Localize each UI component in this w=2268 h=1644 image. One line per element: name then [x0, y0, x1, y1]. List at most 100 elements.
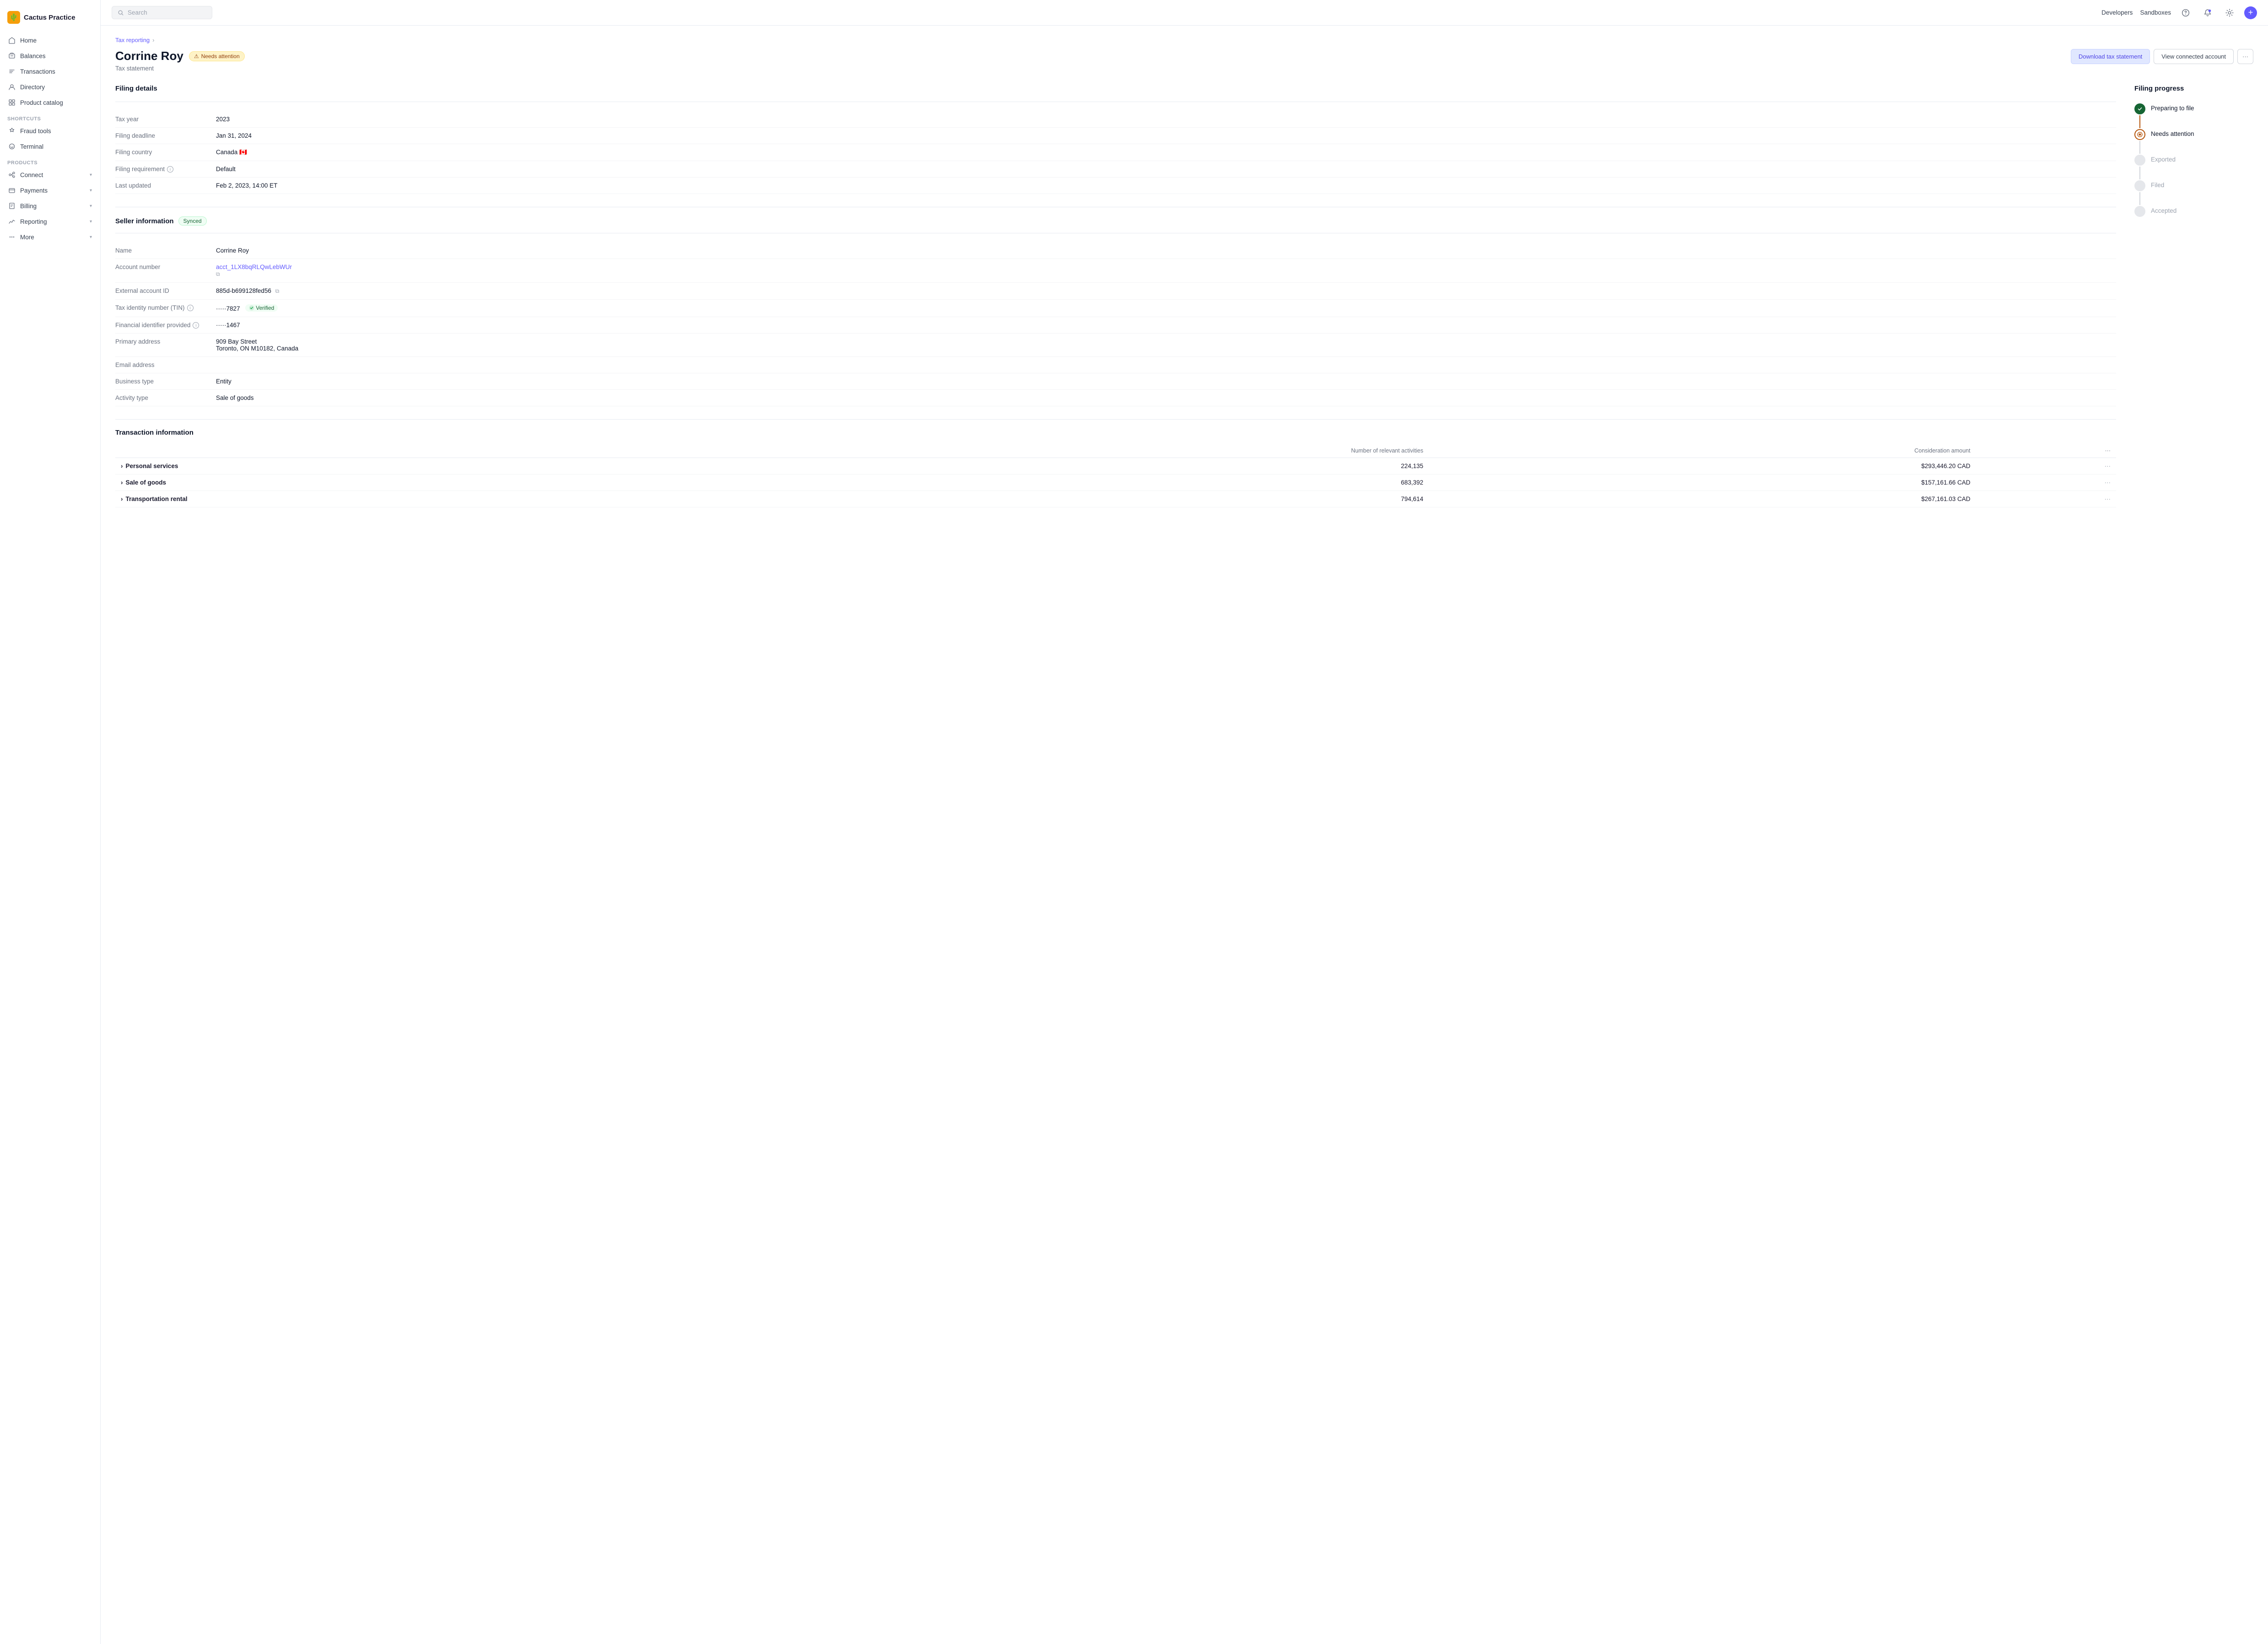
- settings-icon[interactable]: [2222, 5, 2237, 20]
- shortcuts-label: Shortcuts: [0, 111, 100, 124]
- breadcrumb[interactable]: Tax reporting ›: [115, 37, 2253, 43]
- sidebar-item-payments[interactable]: Payments ▾: [4, 183, 97, 198]
- search-placeholder: Search: [128, 9, 147, 16]
- table-row: › Sale of goods 683,392 $157,161.66 CAD …: [115, 474, 2116, 491]
- search-bar[interactable]: Search: [112, 6, 212, 19]
- filing-details-title: Filing details: [115, 85, 2116, 92]
- transportation-rental-amount: $267,161.03 CAD: [1429, 491, 1976, 507]
- tax-year-label: Tax year: [115, 116, 216, 123]
- topbar: Search Developers Sandboxes +: [101, 0, 2268, 26]
- notifications-icon[interactable]: [2200, 5, 2215, 20]
- billing-icon: [8, 202, 16, 210]
- info-icon: i: [167, 166, 173, 172]
- sidebar-item-balances[interactable]: Balances: [4, 49, 97, 63]
- attention-icon: ⚠: [194, 53, 199, 59]
- step-label-accepted: Accepted: [2151, 206, 2176, 214]
- detail-row-tax-year: Tax year 2023: [115, 111, 2116, 128]
- chevron-down-icon: ▾: [90, 219, 92, 224]
- step-connector-accepted: [2134, 206, 2145, 217]
- expand-sale-of-goods[interactable]: › Sale of goods: [121, 479, 744, 486]
- sidebar-item-connect-label: Connect: [20, 172, 43, 178]
- breadcrumb-arrow: ›: [152, 37, 154, 43]
- app-logo: 🌵 Cactus Practice: [0, 7, 100, 33]
- download-tax-statement-button[interactable]: Download tax statement: [2071, 49, 2150, 64]
- step-icon-accepted: [2134, 206, 2145, 217]
- sidebar-item-transactions[interactable]: Transactions: [4, 64, 97, 79]
- reporting-icon: [8, 218, 16, 225]
- step-filed: Filed: [2134, 180, 2253, 206]
- seller-tin-value: ·····7827 Verified: [216, 304, 2116, 312]
- sidebar-item-connect[interactable]: Connect ▾: [4, 167, 97, 182]
- sidebar-item-billing[interactable]: Billing ▾: [4, 199, 97, 213]
- sandboxes-link[interactable]: Sandboxes: [2140, 9, 2171, 16]
- sidebar-item-balances-label: Balances: [20, 53, 46, 59]
- copy-account-icon[interactable]: ⧉: [216, 271, 220, 277]
- add-button[interactable]: +: [2244, 6, 2257, 19]
- sidebar-item-home-label: Home: [20, 37, 37, 44]
- step-line-preparing: [2139, 115, 2140, 128]
- breadcrumb-label: Tax reporting: [115, 37, 150, 43]
- expand-transportation-rental[interactable]: › Transportation rental: [121, 496, 744, 502]
- topbar-right: Developers Sandboxes +: [2101, 5, 2257, 20]
- help-icon[interactable]: [2178, 5, 2193, 20]
- seller-info-table: Name Corrine Roy Account number acct_1LX…: [115, 243, 2116, 406]
- connect-icon: [8, 171, 16, 178]
- chevron-down-icon: ▾: [90, 188, 92, 193]
- col-header-more[interactable]: ···: [1976, 444, 2116, 458]
- terminal-icon: [8, 143, 16, 150]
- main-column: Filing details Tax year 2023 Filing dead…: [115, 85, 2116, 507]
- copy-external-id-icon[interactable]: ⧉: [275, 288, 280, 294]
- step-label-exported: Exported: [2151, 155, 2176, 163]
- transportation-rental-activities: 794,614: [749, 491, 1429, 507]
- step-line-exported: [2139, 167, 2140, 179]
- home-icon: [8, 37, 16, 44]
- step-icon-exported: [2134, 155, 2145, 166]
- action-buttons: Download tax statement View connected ac…: [2071, 49, 2253, 64]
- verified-check-icon: [249, 305, 254, 311]
- connect-expand: Connect ▾: [20, 172, 92, 178]
- synced-badge: Synced: [178, 216, 207, 226]
- sidebar-item-reporting[interactable]: Reporting ▾: [4, 214, 97, 229]
- last-updated-value: Feb 2, 2023, 14:00 ET: [216, 182, 2116, 189]
- filing-details-table: Tax year 2023 Filing deadline Jan 31, 20…: [115, 111, 2116, 194]
- step-accepted: Accepted: [2134, 206, 2253, 217]
- expand-icon: ›: [121, 496, 123, 502]
- seller-info-header: Seller information Synced: [115, 216, 2116, 226]
- step-needs-attention: Needs attention: [2134, 129, 2253, 155]
- more-expand: More ▾: [20, 234, 92, 241]
- sale-of-goods-amount: $157,161.66 CAD: [1429, 474, 1976, 491]
- payments-expand: Payments ▾: [20, 187, 92, 194]
- seller-address-label: Primary address: [115, 338, 216, 345]
- detail-row-last-updated: Last updated Feb 2, 2023, 14:00 ET: [115, 178, 2116, 194]
- sale-of-goods-more[interactable]: ···: [1976, 474, 2116, 491]
- developers-link[interactable]: Developers: [2101, 9, 2133, 16]
- seller-business-type-row: Business type Entity: [115, 373, 2116, 390]
- detail-row-filing-deadline: Filing deadline Jan 31, 2024: [115, 128, 2116, 144]
- sidebar-item-fraud-tools[interactable]: Fraud tools: [4, 124, 97, 138]
- seller-external-id-row: External account ID 885d-b699128fed56 ⧉: [115, 283, 2116, 300]
- sidebar-item-directory[interactable]: Directory: [4, 80, 97, 94]
- seller-tin-label: Tax identity number (TIN) i: [115, 304, 216, 311]
- last-updated-label: Last updated: [115, 182, 216, 189]
- sidebar: 🌵 Cactus Practice Home Balances Transact…: [0, 0, 101, 1644]
- view-connected-account-button[interactable]: View connected account: [2154, 49, 2234, 64]
- filing-deadline-label: Filing deadline: [115, 132, 216, 139]
- account-number-link[interactable]: acct_1LX8bqRLQwLebWUr: [216, 264, 2116, 270]
- more-actions-button[interactable]: ···: [2237, 49, 2253, 64]
- table-row: › Transportation rental 794,614 $267,161…: [115, 491, 2116, 507]
- needs-attention-badge: ⚠ Needs attention: [189, 51, 245, 61]
- app-name: Cactus Practice: [24, 14, 75, 22]
- product-catalog-icon: [8, 99, 16, 106]
- seller-name-value: Corrine Roy: [216, 247, 2116, 254]
- sidebar-item-home[interactable]: Home: [4, 33, 97, 48]
- col-header-label: [115, 444, 749, 458]
- personal-services-amount: $293,446.20 CAD: [1429, 458, 1976, 474]
- seller-address-value: 909 Bay Street Toronto, ON M10182, Canad…: [216, 338, 2116, 352]
- sidebar-item-more[interactable]: More ▾: [4, 230, 97, 244]
- transportation-rental-more[interactable]: ···: [1976, 491, 2116, 507]
- sidebar-item-terminal[interactable]: Terminal: [4, 139, 97, 154]
- sidebar-item-product-catalog[interactable]: Product catalog: [4, 95, 97, 110]
- expand-personal-services[interactable]: › Personal services: [121, 463, 744, 469]
- personal-services-more[interactable]: ···: [1976, 458, 2116, 474]
- tax-year-value: 2023: [216, 116, 2116, 123]
